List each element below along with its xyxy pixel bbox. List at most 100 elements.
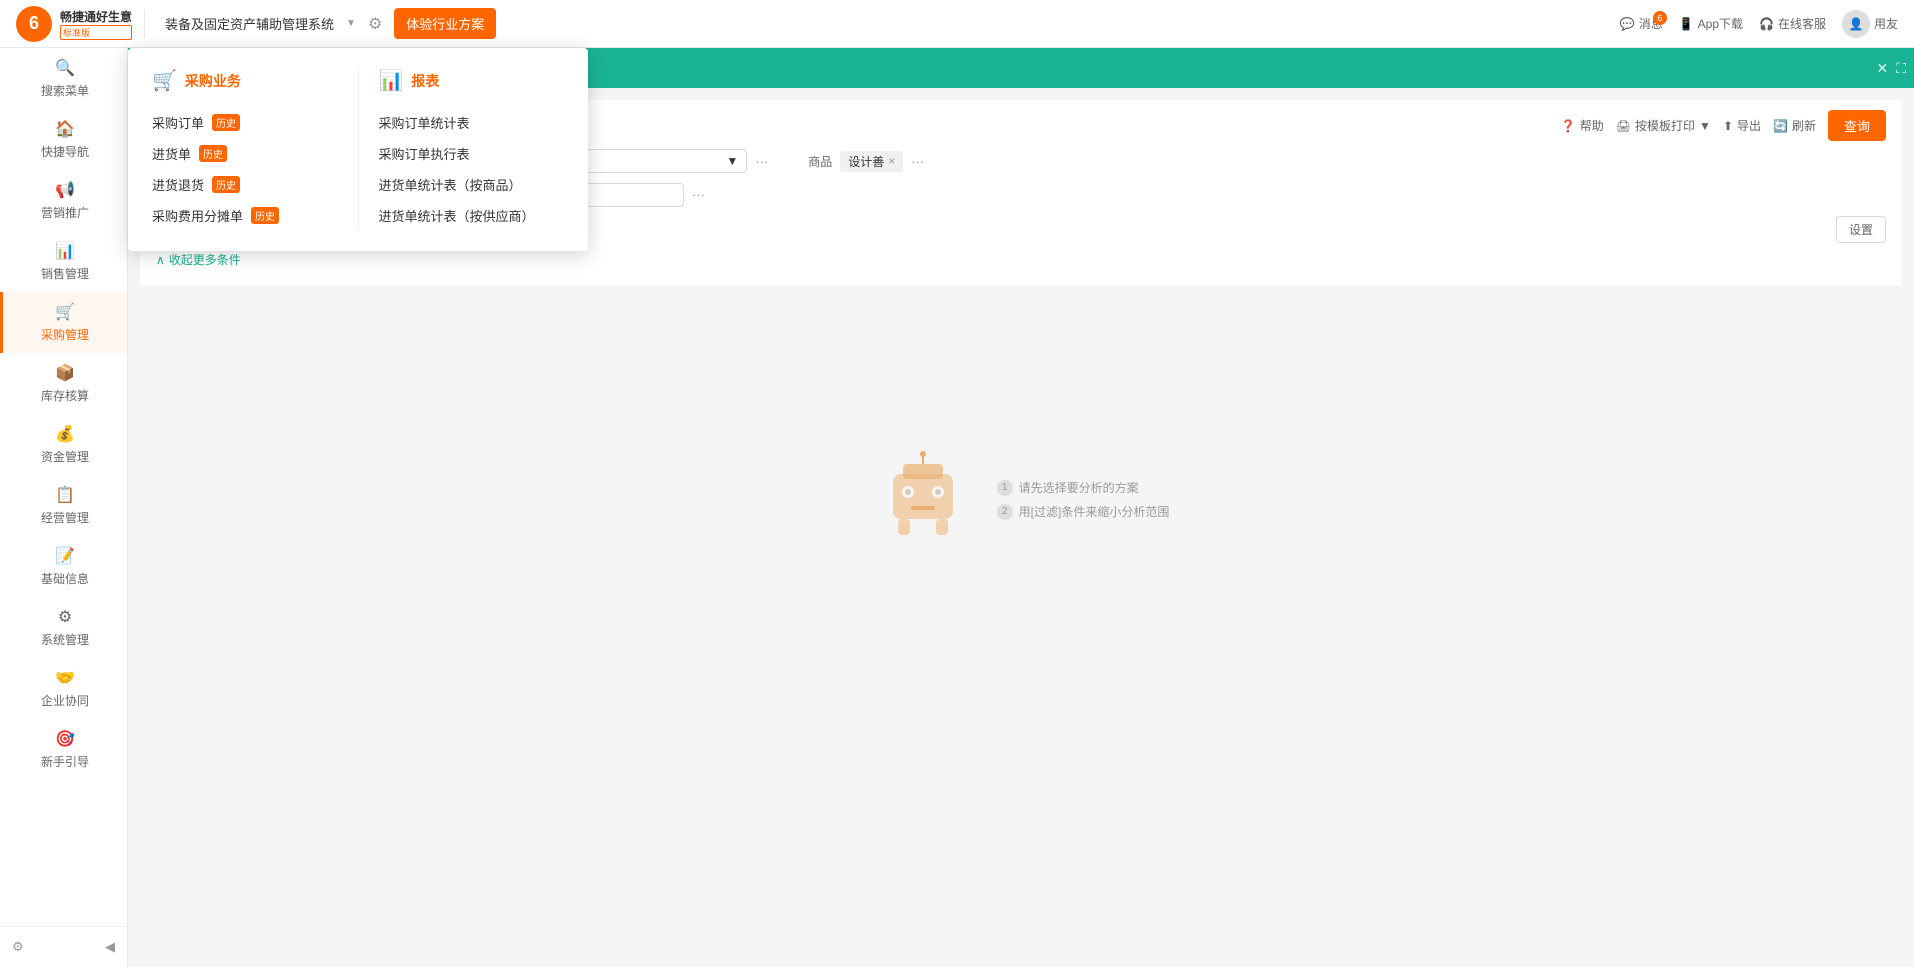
sidebar-collapse-icon[interactable]: ◀: [105, 939, 115, 955]
reports-menu-icon: 📊: [379, 68, 404, 93]
sidebar-item-collab[interactable]: 🤝 企业协同: [0, 658, 127, 719]
sidebar-item-operations-label: 经营管理: [41, 509, 89, 526]
purchase-receipt-label: 进货单: [152, 144, 191, 163]
menu-item-receipt-summary-goods[interactable]: 进货单统计表（按商品）: [379, 169, 565, 200]
headset-icon: 🎧: [1759, 17, 1774, 31]
settings-icon[interactable]: ⚙: [368, 14, 382, 34]
sidebar-item-sales[interactable]: 📊 销售管理: [0, 231, 127, 292]
industry-btn[interactable]: 体验行业方案: [394, 8, 496, 39]
logo-icon: 6: [16, 6, 52, 42]
empty-hint-2: 2 用[过滤]条件来缩小分析范围: [997, 500, 1170, 524]
help-icon: ❓: [1561, 119, 1576, 133]
user-profile-btn[interactable]: 👤 用友: [1842, 10, 1898, 38]
purchase-expense-label: 采购费用分摊单: [152, 206, 243, 225]
fold-btn[interactable]: ∧ 收起更多条件: [156, 251, 1886, 268]
notification-count: 6: [1653, 11, 1667, 25]
top-bar-right: 💬 6 消息 📱 App下载 🎧 在线客服 👤 用友: [1620, 10, 1898, 38]
print-btn[interactable]: 🖨 按模板打印 ▼: [1616, 117, 1711, 134]
sidebar-item-finance[interactable]: 💰 资金管理: [0, 414, 127, 475]
goods-tag-text: 设计善: [848, 153, 884, 170]
top-bar: 6 畅捷通好生意 标准版 装备及固定资产辅助管理系统 ▼ ⚙ 体验行业方案 💬 …: [0, 0, 1914, 48]
reports-label: 报表: [411, 71, 439, 91]
sidebar-item-marketing-label: 营销推广: [41, 204, 89, 221]
phone-icon: 📱: [1679, 17, 1694, 31]
megaphone-icon: 📢: [55, 180, 75, 200]
purchase-business-title: 🛒 采购业务: [152, 68, 338, 93]
goods-tag-close[interactable]: ×: [888, 154, 895, 168]
online-service-btn[interactable]: 🎧 在线客服: [1759, 15, 1826, 32]
empty-content: 1 请先选择要分析的方案 2 用[过滤]条件来缩小分析范围: [873, 444, 1170, 544]
user-name: 用友: [1874, 15, 1898, 32]
sidebar-settings-icon[interactable]: ⚙: [12, 939, 24, 955]
empty-robot-icon: [873, 444, 973, 544]
query-btn[interactable]: 查询: [1828, 110, 1886, 141]
menu-item-receipt-summary-supplier[interactable]: 进货单统计表（按供应商）: [379, 200, 565, 231]
goods-dots[interactable]: ···: [911, 154, 924, 169]
purchase-return-badge: 历史: [212, 176, 240, 193]
app-container: 6 畅捷通好生意 标准版 装备及固定资产辅助管理系统 ▼ ⚙ 体验行业方案 💬 …: [0, 0, 1914, 967]
sidebar: 🔍 搜索菜单 🏠 快捷导航 📢 营销推广 📊 销售管理 🛒 采购管: [0, 48, 128, 967]
money-icon: 💰: [55, 424, 75, 444]
purchase-return-label: 进货退货: [152, 175, 204, 194]
app-name: 畅捷通好生意: [60, 8, 132, 25]
reports-title: 📊 报表: [379, 68, 565, 93]
sidebar-item-inventory-label: 库存核算: [41, 387, 89, 404]
tab-expand-icon[interactable]: ⛶: [1896, 60, 1906, 77]
online-service-label: 在线客服: [1778, 15, 1826, 32]
sidebar-item-system[interactable]: ⚙ 系统管理: [0, 597, 127, 658]
menu-item-purchase-receipt[interactable]: 进货单 历史: [152, 138, 338, 169]
message-icon: 💬: [1620, 17, 1635, 31]
sidebar-nav: 🔍 搜索菜单 🏠 快捷导航 📢 营销推广 📊 销售管理 🛒 采购管: [0, 48, 127, 926]
export-btn[interactable]: ⬆ 导出: [1723, 117, 1761, 134]
order-status-dots[interactable]: ···: [755, 154, 768, 169]
sidebar-item-purchase[interactable]: 🛒 采购管理: [0, 292, 127, 353]
user-avatar: 👤: [1842, 10, 1870, 38]
sidebar-item-operations[interactable]: 📋 经营管理: [0, 475, 127, 536]
sidebar-item-guide[interactable]: 🎯 新手引导: [0, 719, 127, 780]
sidebar-item-basic-label: 基础信息: [41, 570, 89, 587]
menu-item-purchase-return[interactable]: 进货退货 历史: [152, 169, 338, 200]
refresh-btn[interactable]: 🔄 刷新: [1773, 117, 1816, 134]
sidebar-item-basic[interactable]: 📝 基础信息: [0, 536, 127, 597]
print-dropdown-arrow: ▼: [1699, 119, 1711, 133]
system-dropdown-arrow[interactable]: ▼: [346, 18, 356, 29]
empty-hints: 1 请先选择要分析的方案 2 用[过滤]条件来缩小分析范围: [997, 476, 1170, 524]
goods-tag: 设计善 ×: [840, 151, 903, 172]
salesman-dots[interactable]: ···: [692, 187, 705, 202]
goods-filter: 商品 设计善 × ···: [808, 151, 924, 172]
empty-hint-1: 1 请先选择要分析的方案: [997, 476, 1170, 500]
chevron-up-icon: ∧: [156, 253, 165, 267]
menu-item-purchase-order[interactable]: 采购订单 历史: [152, 107, 338, 138]
help-btn[interactable]: ❓ 帮助: [1561, 117, 1604, 134]
sidebar-item-inventory[interactable]: 📦 库存核算: [0, 353, 127, 414]
order-summary-label: 采购订单统计表: [379, 113, 470, 132]
refresh-icon: 🔄: [1773, 119, 1788, 133]
sidebar-item-sales-label: 销售管理: [41, 265, 89, 282]
notification-btn[interactable]: 💬 6 消息: [1620, 15, 1663, 32]
box-icon: 📦: [55, 363, 75, 383]
purchase-order-label: 采购订单: [152, 113, 204, 132]
edition-badge: 标准版: [60, 25, 132, 40]
fold-area: ∧ 收起更多条件: [156, 251, 1886, 268]
gear-icon: ⚙: [58, 607, 72, 627]
sidebar-item-nav[interactable]: 🏠 快捷导航: [0, 109, 127, 170]
app-download-btn[interactable]: 📱 App下载: [1679, 15, 1743, 32]
reports-col: 📊 报表 采购订单统计表 采购订单执行表 进货单统计表（按商品） 进货单统计表（…: [379, 68, 565, 231]
purchase-order-badge: 历史: [212, 114, 240, 131]
order-status-select[interactable]: ▼: [567, 149, 747, 173]
sidebar-item-search[interactable]: 🔍 搜索菜单: [0, 48, 127, 109]
sidebar-item-marketing[interactable]: 📢 营销推广: [0, 170, 127, 231]
sidebar-item-finance-label: 资金管理: [41, 448, 89, 465]
purchase-dropdown-menu: 🛒 采购业务 采购订单 历史 进货单 历史 进货退货 历史 采购费用分摊单 历史: [128, 48, 588, 251]
tab-close-all-icon[interactable]: ✕: [1876, 60, 1888, 77]
menu-item-purchase-expense[interactable]: 采购费用分摊单 历史: [152, 200, 338, 231]
logo-area: 6 畅捷通好生意 标准版: [16, 6, 132, 42]
divider: [144, 10, 145, 38]
purchase-expense-badge: 历史: [251, 207, 279, 224]
guide-icon: 🎯: [55, 729, 75, 749]
set-btn[interactable]: 设置: [1836, 216, 1886, 243]
purchase-business-col: 🛒 采购业务 采购订单 历史 进货单 历史 进货退货 历史 采购费用分摊单 历史: [152, 68, 359, 231]
menu-item-order-execution[interactable]: 采购订单执行表: [379, 138, 565, 169]
empty-state: 1 请先选择要分析的方案 2 用[过滤]条件来缩小分析范围: [140, 294, 1902, 694]
menu-item-order-summary[interactable]: 采购订单统计表: [379, 107, 565, 138]
